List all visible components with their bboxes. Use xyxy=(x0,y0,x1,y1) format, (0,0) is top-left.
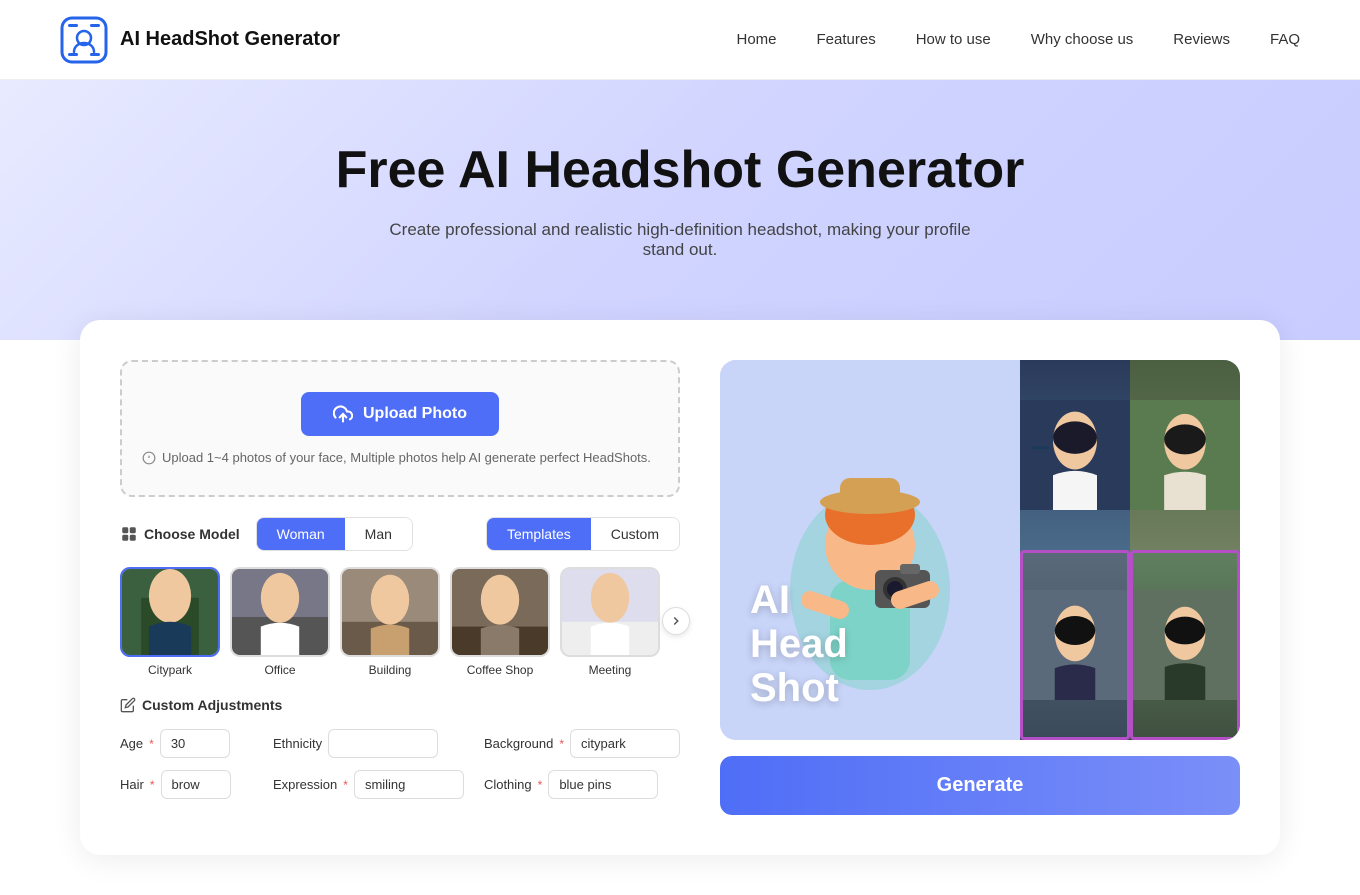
clothing-input[interactable] xyxy=(548,770,658,799)
preview-photo-4 xyxy=(1130,550,1240,740)
custom-adjustments-title: Custom Adjustments xyxy=(120,697,680,713)
field-hair: Hair * xyxy=(120,770,253,799)
preview-photo-1 xyxy=(1020,360,1130,550)
template-thumb-office xyxy=(230,567,330,657)
age-label: Age xyxy=(120,736,143,751)
model-selector-row: Choose Model Woman Man Templates Custom xyxy=(120,517,680,551)
nav-reviews[interactable]: Reviews xyxy=(1173,31,1230,48)
clothing-label: Clothing xyxy=(484,777,532,792)
navbar: AI HeadShot Generator Home Features How … xyxy=(0,0,1360,80)
background-label: Background xyxy=(484,736,553,751)
logo-title: AI HeadShot Generator xyxy=(120,28,340,51)
template-label-office: Office xyxy=(264,663,295,677)
template-label-coffee-shop: Coffee Shop xyxy=(467,663,534,677)
toggle-man[interactable]: Man xyxy=(345,518,412,550)
logo-area[interactable]: AI HeadShot Generator xyxy=(60,16,340,64)
ai-headshot-text: AIHeadShot xyxy=(750,578,848,710)
expression-required: * xyxy=(343,778,348,792)
photo-svg-2 xyxy=(1130,360,1240,550)
ethnicity-input[interactable] xyxy=(328,729,438,758)
upload-hint: Upload 1~4 photos of your face, Multiple… xyxy=(142,450,658,465)
hero-subtitle: Create professional and realistic high-d… xyxy=(380,220,980,260)
nav-links: Home Features How to use Why choose us R… xyxy=(736,31,1300,49)
preview-grid: AIHeadShot xyxy=(720,360,1240,740)
ethnicity-label: Ethnicity xyxy=(273,736,322,751)
template-thumb-building xyxy=(340,567,440,657)
preview-photo-3 xyxy=(1020,550,1130,740)
photo-svg-3 xyxy=(1020,550,1130,740)
toggle-templates[interactable]: Templates xyxy=(487,518,591,550)
expression-input[interactable] xyxy=(354,770,464,799)
toggle-custom[interactable]: Custom xyxy=(591,518,679,550)
templates-row: Citypark Office xyxy=(120,567,680,677)
info-icon xyxy=(142,451,156,465)
background-input[interactable] xyxy=(570,729,680,758)
fields-grid: Age * Ethnicity Background * xyxy=(120,729,680,799)
photo-svg-4 xyxy=(1130,550,1240,740)
field-ethnicity: Ethnicity xyxy=(273,729,464,758)
custom-adjustments-label: Custom Adjustments xyxy=(142,697,282,713)
model-label: Choose Model xyxy=(120,525,240,543)
main-card: Upload Photo Upload 1~4 photos of your f… xyxy=(80,320,1280,855)
carousel-next-button[interactable] xyxy=(662,607,690,635)
field-clothing: Clothing * xyxy=(484,770,680,799)
chevron-right-icon xyxy=(669,614,683,628)
nav-features[interactable]: Features xyxy=(817,31,876,48)
field-background: Background * xyxy=(484,729,680,758)
field-age: Age * xyxy=(120,729,253,758)
left-panel: Upload Photo Upload 1~4 photos of your f… xyxy=(120,360,680,815)
template-meeting[interactable]: Meeting xyxy=(560,567,660,677)
template-thumb-citypark xyxy=(120,567,220,657)
toggle-woman[interactable]: Woman xyxy=(257,518,345,550)
generate-button[interactable]: Generate xyxy=(720,756,1240,815)
templates-toggle: Templates Custom xyxy=(486,517,680,551)
nav-faq[interactable]: FAQ xyxy=(1270,31,1300,48)
template-building[interactable]: Building xyxy=(340,567,440,677)
template-label-citypark: Citypark xyxy=(148,663,192,677)
upload-area: Upload Photo Upload 1~4 photos of your f… xyxy=(120,360,680,497)
gender-toggle: Woman Man xyxy=(256,517,413,551)
template-office[interactable]: Office xyxy=(230,567,330,677)
nav-how-to-use[interactable]: How to use xyxy=(916,31,991,48)
photo-svg-1 xyxy=(1020,360,1130,550)
age-input[interactable] xyxy=(160,729,230,758)
upload-button-label: Upload Photo xyxy=(363,405,467,423)
template-thumb-coffee-shop xyxy=(450,567,550,657)
hair-input[interactable] xyxy=(161,770,231,799)
template-label-meeting: Meeting xyxy=(589,663,632,677)
upload-button[interactable]: Upload Photo xyxy=(301,392,499,436)
model-icon xyxy=(120,525,138,543)
clothing-required: * xyxy=(538,778,543,792)
hair-required: * xyxy=(150,778,155,792)
upload-icon xyxy=(333,404,353,424)
pencil-icon xyxy=(120,697,136,713)
expression-label: Expression xyxy=(273,777,337,792)
right-panel: AIHeadShot xyxy=(720,360,1240,815)
template-citypark[interactable]: Citypark xyxy=(120,567,220,677)
template-coffee-shop[interactable]: Coffee Shop xyxy=(450,567,550,677)
nav-why-choose-us[interactable]: Why choose us xyxy=(1031,31,1134,48)
nav-home[interactable]: Home xyxy=(736,31,776,48)
field-expression: Expression * xyxy=(273,770,464,799)
logo-icon xyxy=(60,16,108,64)
hero-section: Free AI Headshot Generator Create profes… xyxy=(0,80,1360,340)
model-label-text: Choose Model xyxy=(144,526,240,542)
age-required: * xyxy=(149,737,154,751)
custom-adjustments-section: Custom Adjustments Age * Ethnicity xyxy=(120,697,680,799)
preview-photo-2 xyxy=(1130,360,1240,550)
background-required: * xyxy=(559,737,564,751)
template-thumb-meeting xyxy=(560,567,660,657)
hair-label: Hair xyxy=(120,777,144,792)
preview-illustration: AIHeadShot xyxy=(720,360,1020,740)
template-label-building: Building xyxy=(369,663,412,677)
hero-title: Free AI Headshot Generator xyxy=(20,140,1340,200)
upload-hint-text: Upload 1~4 photos of your face, Multiple… xyxy=(162,450,651,465)
